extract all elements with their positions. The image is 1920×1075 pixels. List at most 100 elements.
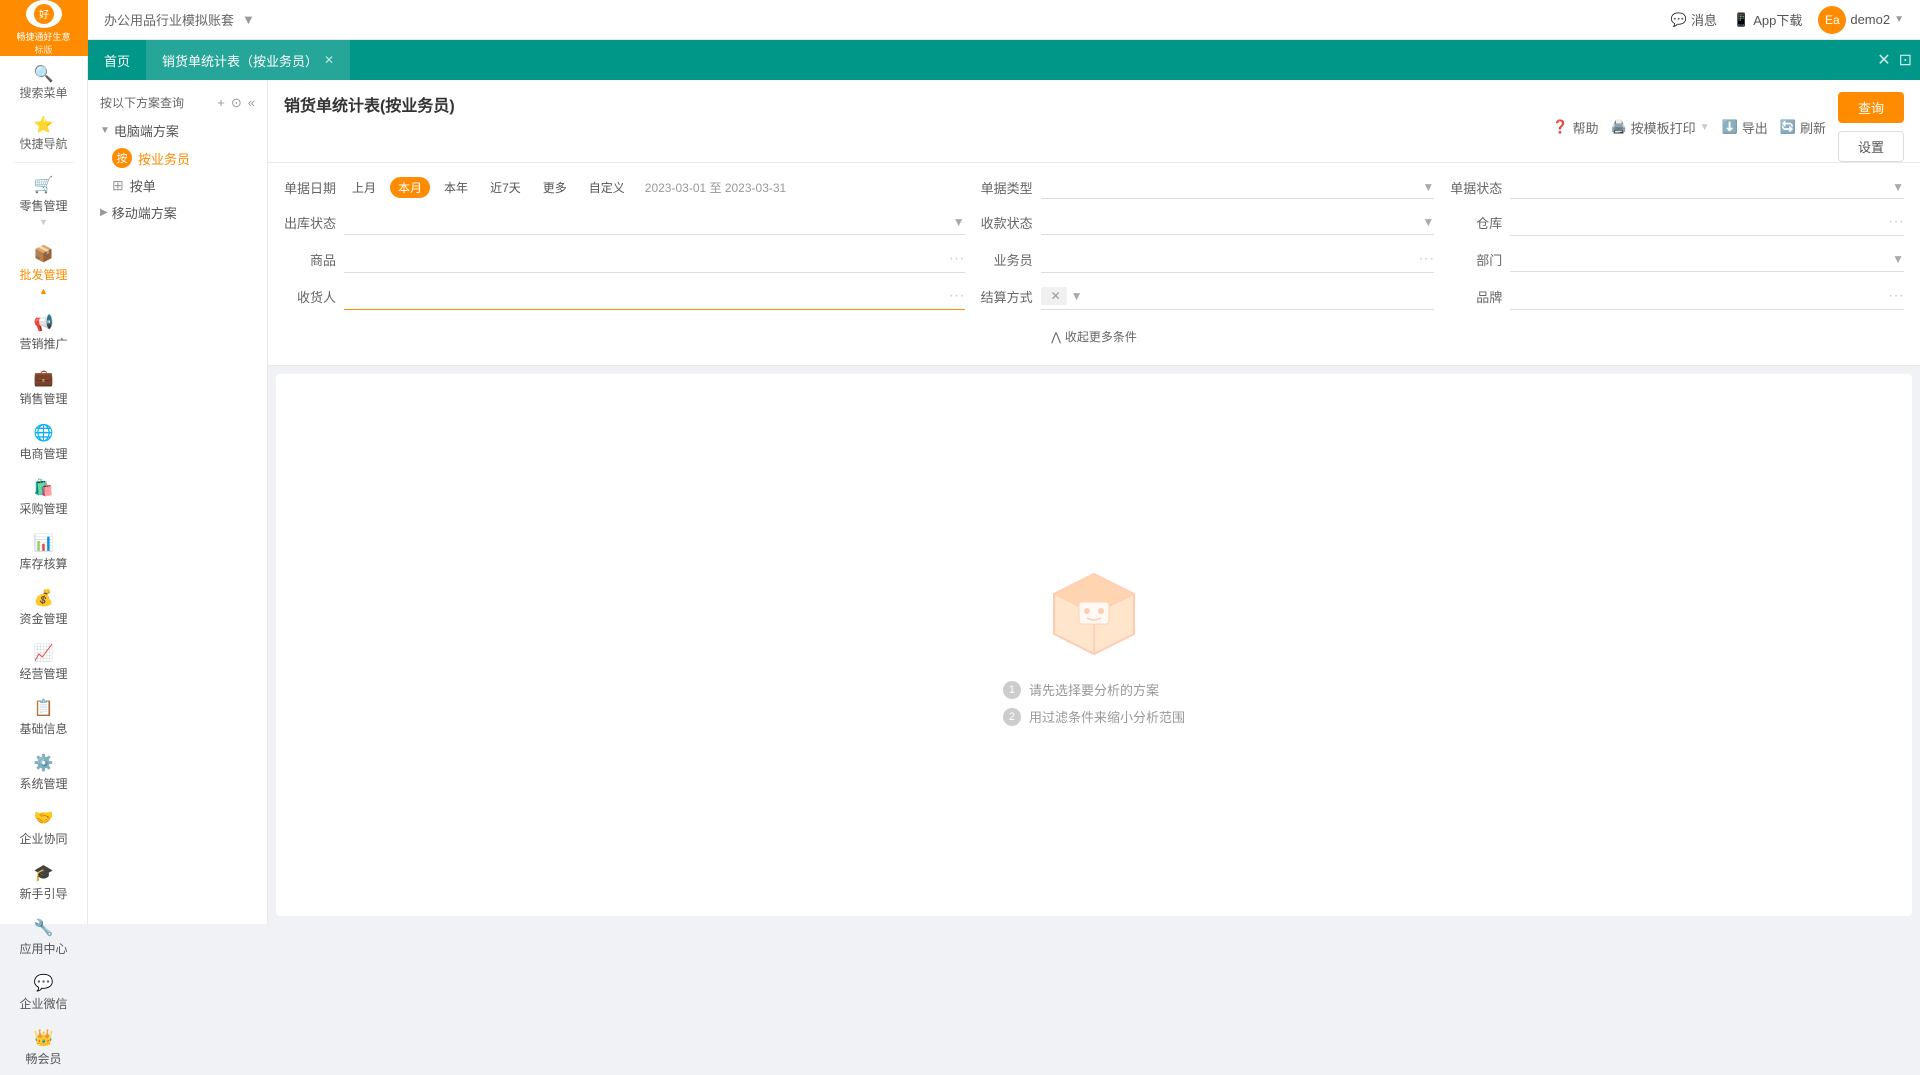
tree-mobile[interactable]: ▶ 移动端方案 (88, 199, 267, 226)
sidebar-item-sales[interactable]: 💼 销售管理 (0, 360, 88, 415)
search-menu[interactable]: 🔍 搜索菜单 (19, 56, 67, 109)
user-dropdown-icon: ▼ (1894, 14, 1904, 25)
app-download-btn[interactable]: 📱 App下载 (1733, 10, 1802, 29)
settlement-control: ✕ ▼ (1041, 283, 1435, 310)
logo-subtitle: 标版 (34, 43, 52, 56)
sidebar-item-purchase[interactable]: 🛍️ 采购管理 (0, 470, 88, 525)
quick-nav[interactable]: ⭐ 快捷导航 (19, 109, 67, 158)
filter-row-1: 单据日期 上月 本月 本年 近7天 更多 自定义 2023-03-01 至 20… (284, 175, 1904, 199)
salesperson-input[interactable] (1041, 252, 1415, 267)
filter-department: 部门 ▼ (1450, 248, 1904, 272)
settings-button[interactable]: 设置 (1838, 131, 1904, 162)
order-status-dropdown-icon[interactable]: ▼ (1892, 180, 1904, 194)
tab-home[interactable]: 首页 (88, 40, 146, 80)
payment-label: 收款状态 (981, 213, 1033, 232)
message-btn[interactable]: 💬 消息 (1671, 10, 1717, 29)
tab-sales-stat[interactable]: 销货单统计表（按业务员） ✕ (146, 40, 350, 80)
tree-by-order[interactable]: ⊞ 按单 (88, 172, 267, 199)
tree-expand-arrow: ▼ (100, 125, 110, 136)
date-last7[interactable]: 近7天 (482, 177, 529, 198)
delivery-input[interactable] (344, 215, 949, 230)
salesperson-label: 业务员 (981, 250, 1033, 269)
user-menu[interactable]: Ea demo2 ▼ (1818, 6, 1904, 34)
salesperson-more-icon[interactable]: ··· (1418, 250, 1434, 268)
order-type-control: ▼ (1041, 175, 1435, 199)
tree-desktop[interactable]: ▼ 电脑端方案 (88, 117, 267, 144)
product-label: 商品 (284, 250, 336, 269)
settlement-dropdown-icon[interactable]: ▼ (1071, 289, 1083, 303)
date-this-month[interactable]: 本月 (390, 177, 430, 198)
topbar-left: 办公用品行业模拟账套 ▼ (104, 10, 255, 29)
department-dropdown-icon[interactable]: ▼ (1892, 252, 1904, 266)
order-status-control: ▼ (1510, 175, 1904, 199)
brand-more-icon[interactable]: ··· (1888, 287, 1904, 305)
date-custom[interactable]: 自定义 (581, 177, 633, 198)
help-btn[interactable]: ❓ 帮助 (1552, 118, 1598, 137)
download-icon: 📱 (1733, 12, 1749, 28)
brand-input[interactable] (1510, 289, 1884, 304)
filter-area: 单据日期 上月 本月 本年 近7天 更多 自定义 2023-03-01 至 20… (268, 163, 1920, 366)
delivery-dropdown-icon[interactable]: ▼ (953, 215, 965, 229)
filter-warehouse: 仓库 ··· (1450, 209, 1904, 236)
sidebar-item-basic[interactable]: 📋 基础信息 (0, 690, 88, 745)
refresh-btn[interactable]: 🔄 刷新 (1780, 118, 1826, 137)
query-button[interactable]: 查询 (1838, 92, 1904, 123)
tip-num-2: 2 (1003, 708, 1021, 726)
receiver-more-icon[interactable]: ··· (949, 287, 965, 305)
sidebar-item-member[interactable]: 👑 畅会员 (0, 1020, 88, 1075)
sidebar-item-apps[interactable]: 🔧 应用中心 (0, 910, 88, 965)
order-status-input[interactable] (1510, 179, 1888, 194)
workspace-dropdown-icon[interactable]: ▼ (242, 12, 255, 27)
topbar: 办公用品行业模拟账套 ▼ 💬 消息 📱 App下载 Ea demo2 ▼ (88, 0, 1920, 40)
sidebar-item-operations[interactable]: 📈 经营管理 (0, 635, 88, 690)
template-print-btn[interactable]: 🖨️ 按模板打印 ▼ (1610, 118, 1709, 137)
date-this-year[interactable]: 本年 (436, 177, 476, 198)
sidebar-item-finance[interactable]: 💰 资金管理 (0, 580, 88, 635)
collapse-filter-btn[interactable]: ⋀ 收起更多条件 (284, 320, 1904, 353)
sidebar-item-inventory[interactable]: 📊 库存核算 (0, 525, 88, 580)
product-input[interactable] (344, 252, 945, 267)
date-last-month[interactable]: 上月 (344, 177, 384, 198)
order-type-dropdown-icon[interactable]: ▼ (1422, 180, 1434, 194)
product-more-icon[interactable]: ··· (949, 250, 965, 268)
edit-scheme-btn[interactable]: ⊙ (231, 95, 242, 111)
topbar-right: 💬 消息 📱 App下载 Ea demo2 ▼ (1671, 6, 1904, 34)
sidebar-item-system[interactable]: ⚙️ 系统管理 (0, 745, 88, 800)
sidebar-item-retail[interactable]: 🛒 零售管理 ▼ (0, 167, 88, 236)
empty-tip-1: 1 请先选择要分析的方案 (1003, 680, 1185, 699)
sidebar-item-enterprise[interactable]: 🤝 企业协同 (0, 800, 88, 855)
payment-dropdown-icon[interactable]: ▼ (1422, 215, 1434, 229)
payment-input[interactable] (1041, 215, 1419, 230)
department-label: 部门 (1450, 250, 1502, 269)
filter-payment: 收款状态 ▼ (981, 211, 1435, 235)
order-type-input[interactable] (1041, 179, 1419, 194)
tree-by-sales[interactable]: 按 按业务员 (88, 144, 267, 172)
department-input[interactable] (1510, 252, 1888, 267)
sidebar-item-wechat[interactable]: 💬 企业微信 (0, 965, 88, 1020)
tab-restore-btn[interactable]: ⊡ (1899, 50, 1912, 70)
warehouse-input[interactable] (1510, 215, 1884, 230)
date-range-text: 2023-03-01 至 2023-03-31 (645, 179, 786, 196)
date-label: 单据日期 (284, 178, 336, 197)
filter-order-type: 单据类型 ▼ (981, 175, 1435, 199)
sidebar-item-newbie[interactable]: 🎓 新手引导 (0, 855, 88, 910)
order-type-label: 单据类型 (981, 178, 1033, 197)
sidebar-item-ecommerce[interactable]: 🌐 电商管理 (0, 415, 88, 470)
export-icon: ⬇️ (1722, 119, 1738, 135)
empty-icon (1044, 564, 1144, 664)
date-more[interactable]: 更多 (535, 177, 575, 198)
collapse-panel-btn[interactable]: « (248, 95, 255, 111)
sidebar-item-wholesale[interactable]: 📦 批发管理 ▲ (0, 236, 88, 305)
export-btn[interactable]: ⬇️ 导出 (1722, 118, 1768, 137)
logo-icon: 好 (26, 0, 62, 28)
warehouse-more-icon[interactable]: ··· (1888, 213, 1904, 231)
receiver-input[interactable] (344, 289, 945, 304)
add-scheme-btn[interactable]: + (217, 95, 225, 111)
tab-close-btn[interactable]: ✕ (324, 53, 334, 67)
filter-row-3: 商品 ··· 业务员 ··· 部门 (284, 246, 1904, 273)
sidebar-item-marketing[interactable]: 📢 营销推广 (0, 305, 88, 360)
payment-control: ▼ (1041, 211, 1435, 235)
settlement-tag-close[interactable]: ✕ (1051, 289, 1061, 303)
department-control: ▼ (1510, 248, 1904, 272)
tab-close-all-btn[interactable]: ✕ (1877, 50, 1890, 70)
